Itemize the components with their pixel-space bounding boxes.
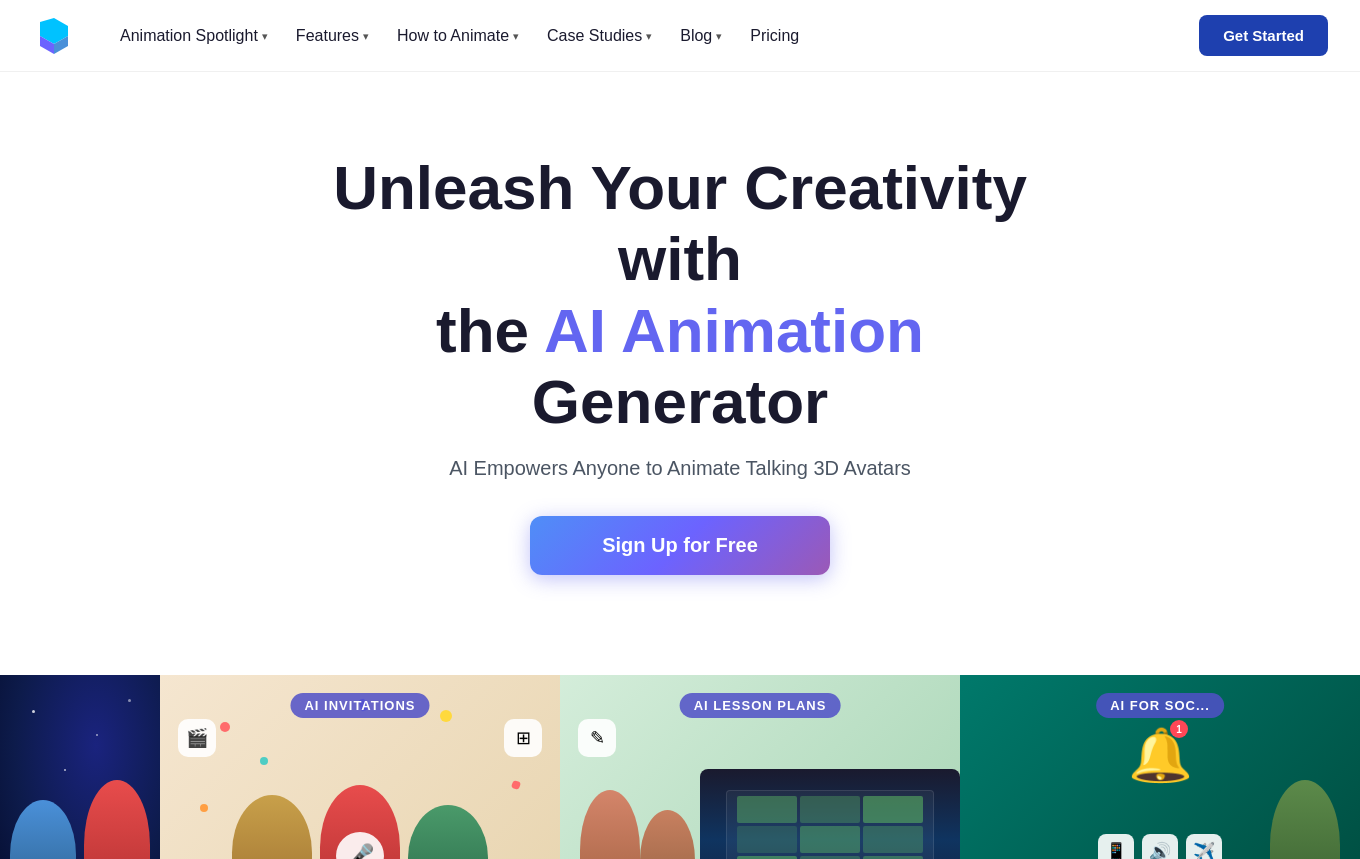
- card-4-social-icons: 📱 🔊 ✈️: [1098, 834, 1222, 859]
- chevron-down-icon: ▾: [262, 30, 268, 43]
- navbar: Animation Spotlight ▾ Features ▾ How to …: [0, 0, 1360, 72]
- nav-item-blog[interactable]: Blog ▾: [668, 19, 734, 53]
- card-4-avatar: [1270, 780, 1340, 859]
- nav-item-features[interactable]: Features ▾: [284, 19, 381, 53]
- card-4-label: AI FOR SOC...: [1096, 693, 1224, 718]
- nav-cta: Get Started: [1199, 15, 1328, 56]
- get-started-button[interactable]: Get Started: [1199, 15, 1328, 56]
- card-ai-social[interactable]: AI FOR SOC... 🔔 1 📱 🔊 ✈️: [960, 675, 1360, 859]
- nav-item-case-studies[interactable]: Case Studies ▾: [535, 19, 664, 53]
- chevron-down-icon: ▾: [646, 30, 652, 43]
- chevron-down-icon: ▾: [716, 30, 722, 43]
- card-animation[interactable]: ANIMATION: [0, 675, 160, 859]
- card-4-icon-2: 🔊: [1142, 834, 1178, 859]
- card-3-label: AI LESSON PLANS: [680, 693, 841, 718]
- card-2-label: AI INVITATIONS: [290, 693, 429, 718]
- chevron-down-icon: ▾: [363, 30, 369, 43]
- logo[interactable]: [32, 14, 76, 58]
- nav-item-animation-spotlight[interactable]: Animation Spotlight ▾: [108, 19, 280, 53]
- card-4-icon-3: ✈️: [1186, 834, 1222, 859]
- hero-title: Unleash Your Creativity with the AI Anim…: [280, 152, 1080, 437]
- nav-item-how-to-animate[interactable]: How to Animate ▾: [385, 19, 531, 53]
- card-3-icon-edit: ✎: [578, 719, 616, 757]
- card-ai-invitations[interactable]: AI INVITATIONS 🎬 ⊞ 🎤: [160, 675, 560, 859]
- nav-item-pricing[interactable]: Pricing: [738, 19, 811, 53]
- card-1-avatars: [0, 746, 160, 859]
- signup-button[interactable]: Sign Up for Free: [530, 516, 830, 575]
- chevron-down-icon: ▾: [513, 30, 519, 43]
- card-ai-lesson-plans[interactable]: AI LESSON PLANS ✎ 🔗: [560, 675, 960, 859]
- cards-strip: ANIMATION AI INVITATIONS 🎬 ⊞: [0, 675, 1360, 859]
- nav-links: Animation Spotlight ▾ Features ▾ How to …: [108, 19, 1199, 53]
- card-4-icon-1: 📱: [1098, 834, 1134, 859]
- hero-subtitle: AI Empowers Anyone to Animate Talking 3D…: [449, 457, 911, 480]
- hero-section: Unleash Your Creativity with the AI Anim…: [0, 72, 1360, 615]
